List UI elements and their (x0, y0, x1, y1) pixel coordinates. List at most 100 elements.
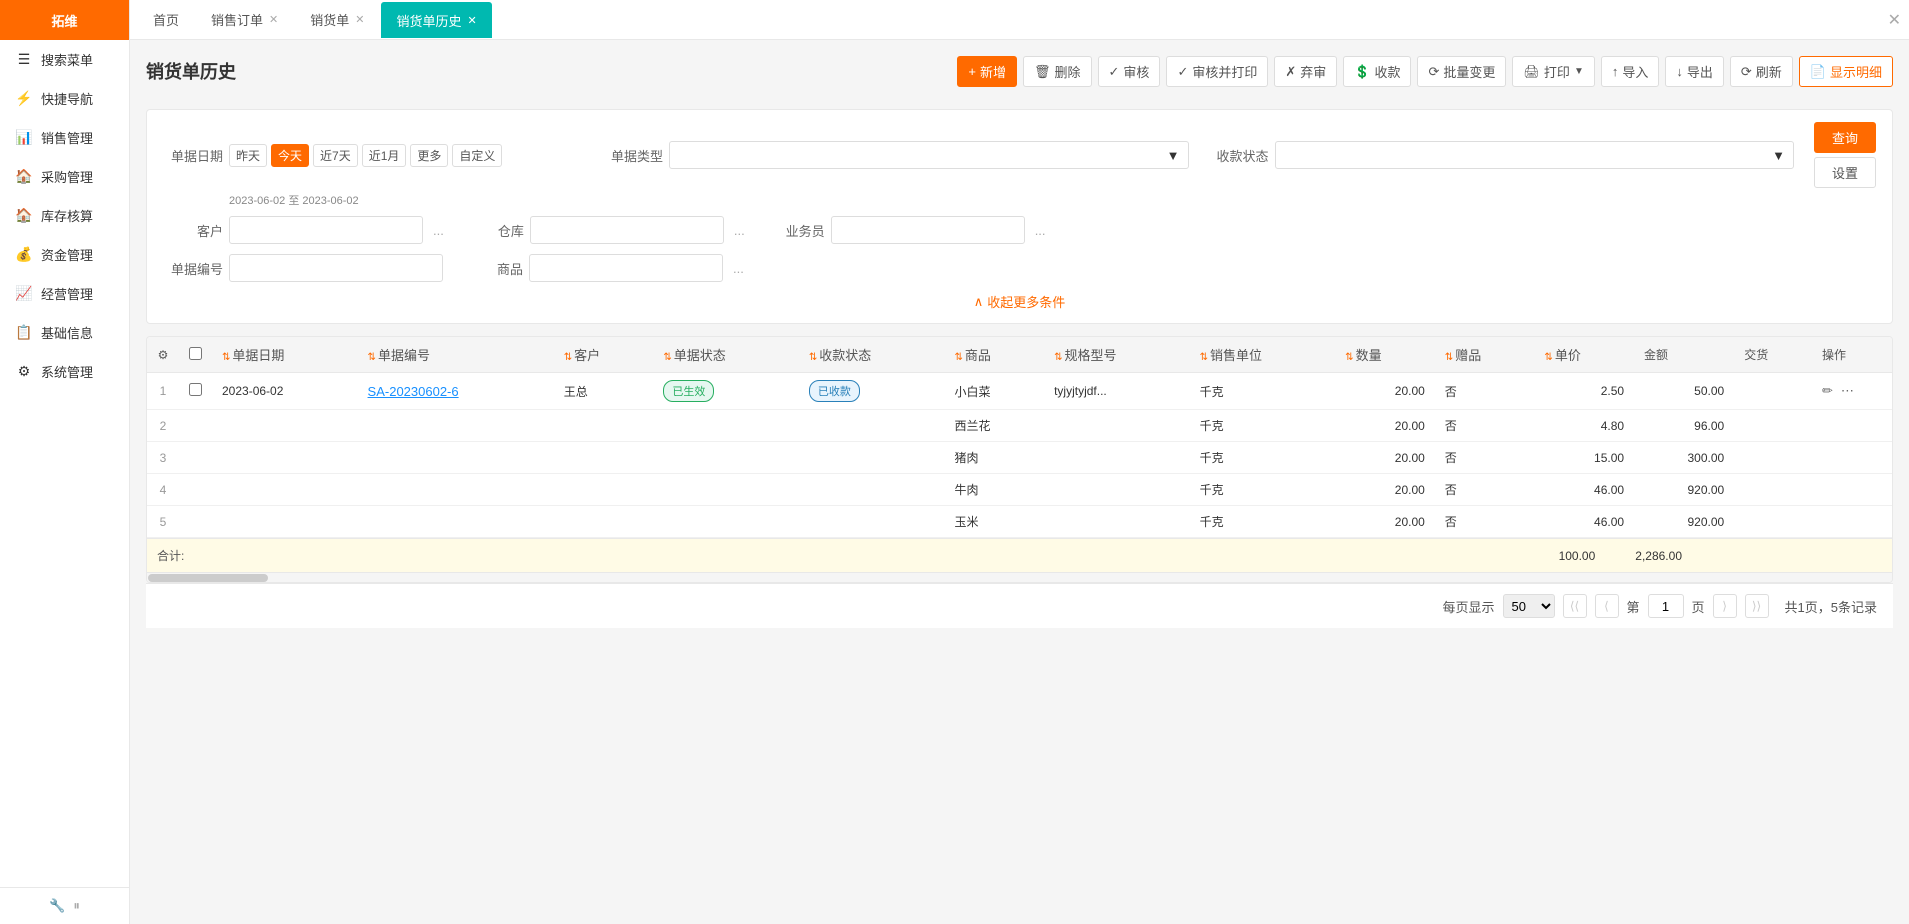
more-icon[interactable]: ⋯ (1841, 383, 1854, 399)
sidebar-pause-icon[interactable]: ⏸ (73, 898, 80, 914)
prev-page-button[interactable]: ⟨ (1595, 594, 1619, 618)
tab-sales-order-close[interactable]: ✕ (269, 13, 278, 26)
cell-checkbox[interactable] (179, 474, 212, 506)
cell-checkbox[interactable] (179, 442, 212, 474)
sidebar-item-quick-nav[interactable]: ⚡ 快捷导航 (0, 79, 129, 118)
goods-input[interactable] (529, 254, 723, 282)
table-row: 4 牛肉 千克 20.00 否 46.00 920.00 (147, 474, 1892, 506)
sidebar-item-finance-mgmt[interactable]: 💰 资金管理 (0, 235, 129, 274)
horizontal-scrollbar[interactable] (147, 572, 1892, 582)
th-doc-no[interactable]: ⇅单据编号 (358, 337, 554, 373)
salesperson-input[interactable] (831, 216, 1025, 244)
tab-sales-goods[interactable]: 销货单 ✕ (295, 2, 379, 38)
goods-dots[interactable]: ... (733, 261, 744, 276)
th-checkbox[interactable] (179, 337, 212, 373)
doc-no-input[interactable] (229, 254, 443, 282)
doc-no-link[interactable]: SA-20230602-6 (368, 384, 459, 399)
cell-doc-no (358, 506, 554, 538)
cell-amount: 300.00 (1634, 442, 1734, 474)
cell-actions (1812, 442, 1892, 474)
date-btn-7days[interactable]: 近7天 (313, 144, 358, 167)
audit-print-button[interactable]: ✓ 审核并打印 (1166, 56, 1268, 87)
row-actions: ✏ ⋯ (1822, 383, 1882, 399)
th-unit-price[interactable]: ⇅单价 (1534, 337, 1634, 373)
table-row: 3 猪肉 千克 20.00 否 15.00 300.00 (147, 442, 1892, 474)
setting-button[interactable]: 设置 (1814, 157, 1876, 188)
sidebar-item-sales-mgmt[interactable]: 📊 销售管理 (0, 118, 129, 157)
doc-type-select[interactable]: ▼ (669, 141, 1189, 169)
collapse-button[interactable]: ∧ 收起更多条件 (163, 292, 1876, 311)
date-btn-more[interactable]: 更多 (410, 144, 448, 167)
th-unit[interactable]: ⇅销售单位 (1190, 337, 1336, 373)
batch-change-button[interactable]: ⟳ 批量变更 (1417, 56, 1506, 87)
warehouse-dots[interactable]: ... (734, 223, 745, 238)
next-page-button[interactable]: ⟩ (1713, 594, 1737, 618)
cell-unit-price: 46.00 (1534, 506, 1634, 538)
show-detail-button[interactable]: 📄 显示明细 (1799, 56, 1893, 87)
salesperson-dots[interactable]: ... (1035, 223, 1046, 238)
sidebar-item-purchase-mgmt[interactable]: 🏠 采购管理 (0, 157, 129, 196)
cell-qty: 20.00 (1335, 474, 1435, 506)
import-button[interactable]: ↑ 导入 (1601, 56, 1660, 87)
tab-home[interactable]: 首页 (138, 2, 194, 38)
sort-goods-icon: ⇅ (954, 352, 962, 363)
cell-transaction (1734, 474, 1812, 506)
batch-change-label: 批量变更 (1443, 62, 1495, 81)
th-goods[interactable]: ⇅商品 (944, 337, 1044, 373)
cell-checkbox[interactable] (179, 410, 212, 442)
th-gift[interactable]: ⇅赠品 (1435, 337, 1535, 373)
print-button[interactable]: 🖨 打印 ▼ (1512, 56, 1594, 87)
th-payment-status[interactable]: ⇅收款状态 (799, 337, 945, 373)
customer-dots[interactable]: ... (433, 223, 444, 238)
th-settings[interactable]: ⚙ (147, 337, 179, 373)
page-number-input[interactable] (1648, 594, 1684, 618)
th-doc-status[interactable]: ⇅单据状态 (653, 337, 799, 373)
delete-button[interactable]: 🗑 删除 (1023, 56, 1092, 87)
first-page-button[interactable]: ⟨⟨ (1563, 594, 1587, 618)
sidebar-item-inventory[interactable]: 🏠 库存核算 (0, 196, 129, 235)
select-all-checkbox[interactable] (189, 347, 202, 360)
tab-sales-history[interactable]: 销货单历史 ✕ (381, 2, 491, 38)
th-qty[interactable]: ⇅数量 (1335, 337, 1435, 373)
row-checkbox[interactable] (189, 383, 202, 396)
sidebar-settings-icon[interactable]: 🔧 (49, 898, 65, 914)
th-customer[interactable]: ⇅客户 (554, 337, 654, 373)
edit-icon[interactable]: ✏ (1822, 383, 1833, 399)
sidebar-item-basic-info[interactable]: 📋 基础信息 (0, 313, 129, 352)
collect-button[interactable]: 💲 收款 (1343, 56, 1411, 87)
sidebar-item-operation-mgmt[interactable]: 📈 经营管理 (0, 274, 129, 313)
last-page-button[interactable]: ⟩⟩ (1745, 594, 1769, 618)
tabs-close-all[interactable]: ✕ (1888, 10, 1901, 30)
cell-row-num: 4 (147, 474, 179, 506)
date-btn-1month[interactable]: 近1月 (362, 144, 407, 167)
tab-sales-goods-close[interactable]: ✕ (355, 13, 364, 26)
quick-nav-icon: ⚡ (15, 90, 33, 107)
per-page-select[interactable]: 50 100 200 (1503, 594, 1555, 618)
th-spec[interactable]: ⇅规格型号 (1044, 337, 1190, 373)
warehouse-input[interactable] (530, 216, 724, 244)
sidebar-item-search-menu[interactable]: ☰ 搜索菜单 (0, 40, 129, 79)
query-button[interactable]: 查询 (1814, 122, 1876, 153)
export-button[interactable]: ↓ 导出 (1665, 56, 1724, 87)
payment-status-select[interactable]: ▼ (1275, 141, 1795, 169)
date-btn-today[interactable]: 今天 (271, 144, 309, 167)
customer-input[interactable] (229, 216, 423, 244)
finance-icon: 💰 (15, 246, 33, 263)
tab-sales-order[interactable]: 销售订单 ✕ (196, 2, 293, 38)
scrollbar-thumb[interactable] (148, 574, 268, 582)
cell-doc-date (212, 410, 358, 442)
cell-doc-no (358, 442, 554, 474)
date-btn-yesterday[interactable]: 昨天 (229, 144, 267, 167)
audit-button[interactable]: ✓ 审核 (1098, 56, 1161, 87)
th-doc-date[interactable]: ⇅单据日期 (212, 337, 358, 373)
tab-sales-history-close[interactable]: ✕ (468, 14, 477, 27)
cell-checkbox[interactable] (179, 373, 212, 410)
cell-checkbox[interactable] (179, 506, 212, 538)
doc-status-badge: 已生效 (663, 380, 714, 402)
sidebar-item-system-mgmt[interactable]: ⚙ 系统管理 (0, 352, 129, 391)
discard-button[interactable]: ✗ 弃审 (1274, 56, 1337, 87)
refresh-button[interactable]: ⟳ 刷新 (1730, 56, 1793, 87)
date-btn-custom[interactable]: 自定义 (452, 144, 502, 167)
add-button[interactable]: + 新增 (957, 56, 1017, 87)
cell-unit: 千克 (1190, 410, 1336, 442)
